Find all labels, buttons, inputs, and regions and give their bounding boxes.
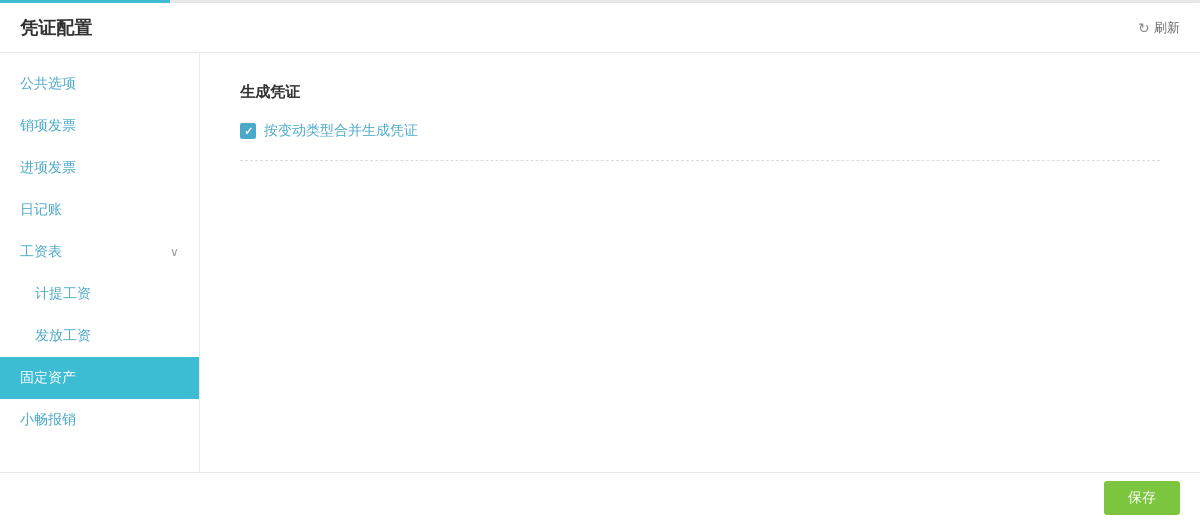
merge-by-type-label[interactable]: 按变动类型合并生成凭证 [264,122,418,140]
chevron-down-icon: ∨ [170,245,179,259]
sidebar-item-sales-invoice[interactable]: 销项发票 [0,105,199,147]
sidebar-item-label: 计提工资 [35,285,91,303]
sidebar-item-label: 工资表 [20,243,62,261]
sidebar-item-label: 销项发票 [20,117,76,135]
merge-by-type-checkbox[interactable] [240,123,256,139]
sidebar-item-journal[interactable]: 日记账 [0,189,199,231]
footer: 保存 [0,472,1200,522]
divider [240,160,1160,161]
sidebar-item-pay-payroll[interactable]: 发放工资 [0,315,199,357]
save-button[interactable]: 保存 [1104,481,1180,515]
checkbox-row: 按变动类型合并生成凭证 [240,122,1160,140]
header: 凭证配置 ↻ 刷新 [0,3,1200,53]
sidebar-item-public-options[interactable]: 公共选项 [0,63,199,105]
page-title: 凭证配置 [20,16,92,40]
sidebar-item-label: 日记账 [20,201,62,219]
content-area: 生成凭证 按变动类型合并生成凭证 [200,53,1200,472]
sidebar-item-purchase-invoice[interactable]: 进项发票 [0,147,199,189]
sidebar-item-expense-report[interactable]: 小畅报销 [0,399,199,441]
sidebar-item-label: 固定资产 [20,369,76,387]
refresh-button[interactable]: ↻ 刷新 [1138,19,1180,37]
sidebar-item-label: 进项发票 [20,159,76,177]
section-title: 生成凭证 [240,83,1160,102]
main-layout: 公共选项销项发票进项发票日记账工资表 ∨ 计提工资发放工资固定资产小畅报销 生成凭证… [0,53,1200,472]
sidebar-item-label: 公共选项 [20,75,76,93]
sidebar-item-label: 发放工资 [35,327,91,345]
sidebar-item-label: 小畅报销 [20,411,76,429]
sidebar-item-payroll-table[interactable]: 工资表 ∨ [0,231,199,273]
sidebar: 公共选项销项发票进项发票日记账工资表 ∨ 计提工资发放工资固定资产小畅报销 [0,53,200,472]
sidebar-item-calc-payroll[interactable]: 计提工资 [0,273,199,315]
refresh-icon: ↻ [1138,20,1150,36]
refresh-label: 刷新 [1154,19,1180,37]
sidebar-item-fixed-assets[interactable]: 固定资产 [0,357,199,399]
